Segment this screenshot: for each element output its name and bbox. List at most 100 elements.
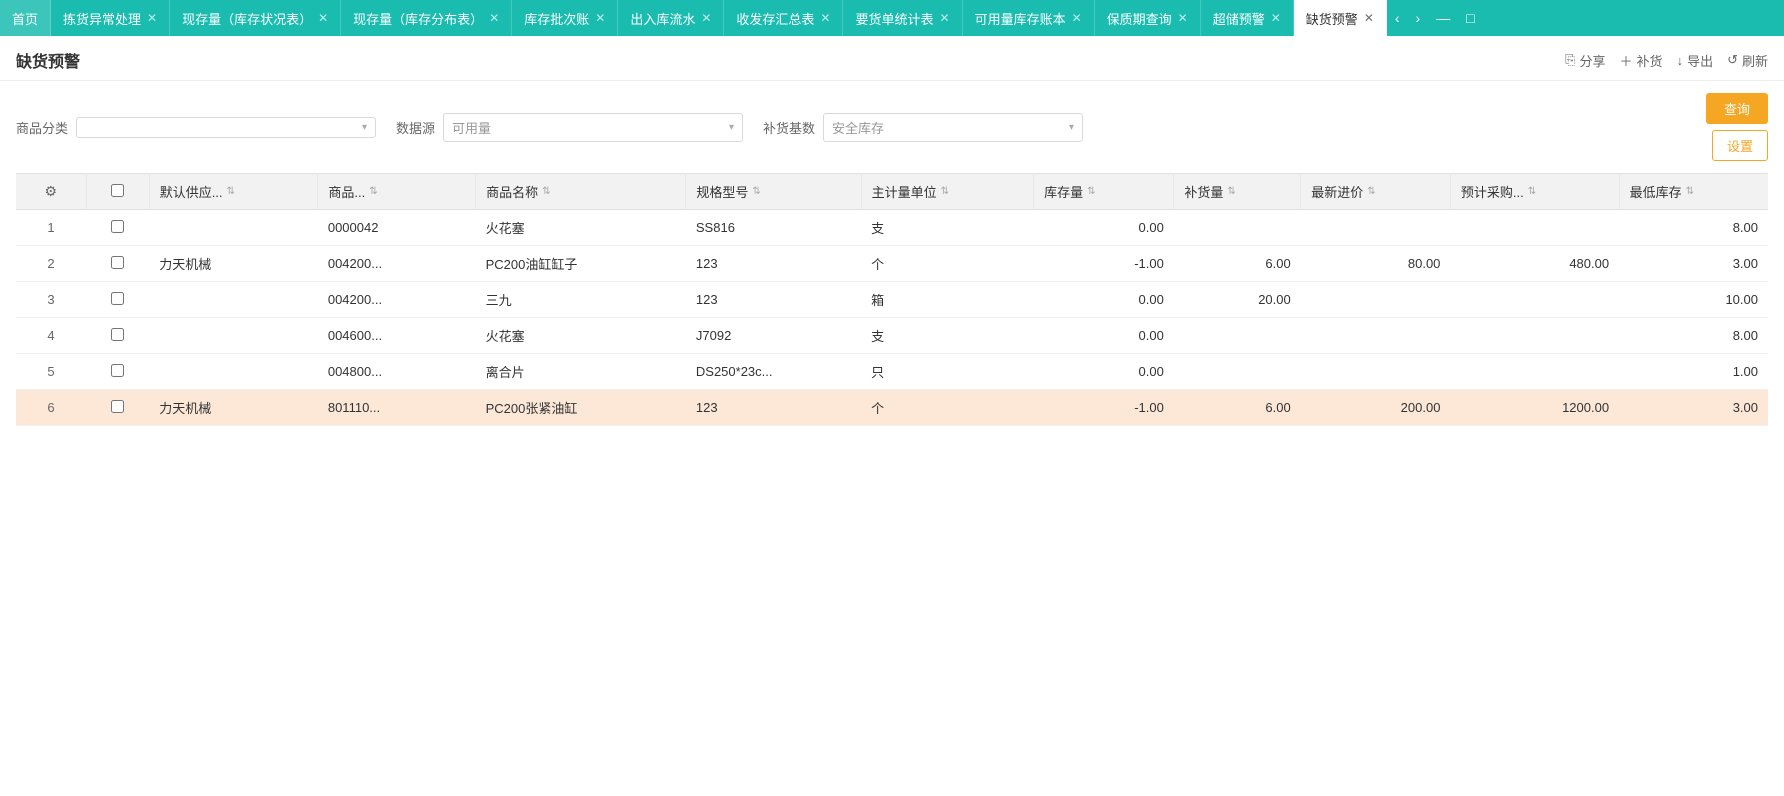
table-body: 1 0000042 火花塞 SS816 支 0.00 8.00 2 力天机械 0…: [16, 210, 1768, 426]
cell-code: 004200...: [318, 246, 476, 282]
tab-lian-huo-close[interactable]: ✕: [147, 11, 157, 25]
tab-inout-close[interactable]: ✕: [701, 11, 711, 25]
th-code-sort-icon: ⇅: [369, 186, 377, 197]
th-code[interactable]: 商品... ⇅: [318, 174, 476, 210]
table-row[interactable]: 6 力天机械 801110... PC200张紧油缸 123 个 -1.00 6…: [16, 390, 1768, 426]
tab-yaohuo-close[interactable]: ✕: [940, 11, 950, 25]
cell-stock: 0.00: [1034, 282, 1174, 318]
tab-xianzun-dist-close[interactable]: ✕: [489, 11, 499, 25]
cell-name: 火花塞: [476, 210, 686, 246]
tab-xianzun-dist[interactable]: 现存量（库存分布表） ✕: [341, 0, 512, 36]
settings-button[interactable]: 设置: [1712, 130, 1768, 161]
tab-inout[interactable]: 出入库流水 ✕: [618, 0, 724, 36]
cell-estimated-purchase: 1200.00: [1450, 390, 1619, 426]
table-row[interactable]: 5 004800... 离合片 DS250*23c... 只 0.00 1.00: [16, 354, 1768, 390]
data-source-select[interactable]: 可用量 ▾: [443, 113, 743, 142]
share-button[interactable]: ⎘ 分享: [1565, 51, 1605, 70]
row-checkbox[interactable]: [111, 328, 124, 341]
cell-code: 801110...: [318, 390, 476, 426]
table-row[interactable]: 3 004200... 三九 123 箱 0.00 20.00 10.00: [16, 282, 1768, 318]
select-all-checkbox[interactable]: [111, 184, 124, 197]
th-latest-price-label: 最新进价: [1311, 182, 1363, 201]
tab-lian-huo[interactable]: 拣货异常处理 ✕: [51, 0, 170, 36]
tab-quehuo-close[interactable]: ✕: [1364, 11, 1374, 25]
commodity-class-select[interactable]: ▾: [76, 117, 376, 138]
tab-yaohuo-label: 要货单统计表: [855, 9, 933, 28]
refresh-button[interactable]: ↺ 刷新: [1727, 51, 1768, 70]
tab-shoufa[interactable]: 收发存汇总表 ✕: [724, 0, 843, 36]
tab-chaohuo-close[interactable]: ✕: [1271, 11, 1281, 25]
tab-chaohuo[interactable]: 超储预警 ✕: [1201, 0, 1294, 36]
replenish-base-select[interactable]: 安全库存 ▾: [823, 113, 1083, 142]
tab-chaohuo-label: 超储预警: [1213, 9, 1265, 28]
th-spec[interactable]: 规格型号 ⇅: [686, 174, 861, 210]
cell-supplier: [149, 282, 318, 318]
cell-check[interactable]: [86, 390, 149, 426]
tab-quehuo[interactable]: 缺货预警 ✕: [1294, 0, 1387, 36]
cell-code: 004800...: [318, 354, 476, 390]
tab-keyong-close[interactable]: ✕: [1072, 11, 1082, 25]
replenish-button[interactable]: ＋ 补货: [1620, 51, 1663, 70]
th-estimated-purchase[interactable]: 预计采购... ⇅: [1450, 174, 1619, 210]
tab-prev-btn[interactable]: ‹: [1387, 0, 1408, 36]
tab-shoufa-close[interactable]: ✕: [820, 11, 830, 25]
row-checkbox[interactable]: [111, 292, 124, 305]
row-checkbox[interactable]: [111, 256, 124, 269]
tab-home[interactable]: 首页: [0, 0, 51, 36]
tab-inout-label: 出入库流水: [630, 9, 695, 28]
cell-latest-price: 80.00: [1301, 246, 1451, 282]
tab-batch-close[interactable]: ✕: [595, 11, 605, 25]
cell-estimated-purchase: [1450, 282, 1619, 318]
query-button[interactable]: 查询: [1706, 93, 1768, 124]
export-button[interactable]: ↓ 导出: [1677, 51, 1714, 70]
table-gear-icon[interactable]: ⚙: [45, 183, 58, 199]
tab-baozhi-close[interactable]: ✕: [1178, 11, 1188, 25]
th-supplier[interactable]: 默认供应... ⇅: [149, 174, 318, 210]
tab-keyong[interactable]: 可用量库存账本 ✕: [963, 0, 1095, 36]
table-row[interactable]: 2 力天机械 004200... PC200油缸缸子 123 个 -1.00 6…: [16, 246, 1768, 282]
th-unit-sort-icon: ⇅: [941, 186, 949, 197]
th-min-stock-sort-icon: ⇅: [1686, 186, 1694, 197]
tab-xianzun-status[interactable]: 现存量（库存状况表） ✕: [170, 0, 341, 36]
refresh-icon: ↺: [1727, 52, 1738, 68]
cell-check[interactable]: [86, 282, 149, 318]
th-replenish[interactable]: 补货量 ⇅: [1174, 174, 1301, 210]
th-name[interactable]: 商品名称 ⇅: [476, 174, 686, 210]
cell-check[interactable]: [86, 354, 149, 390]
th-unit[interactable]: 主计量单位 ⇅: [861, 174, 1033, 210]
row-checkbox[interactable]: [111, 364, 124, 377]
tab-baozhi[interactable]: 保质期查询 ✕: [1095, 0, 1201, 36]
export-icon: ↓: [1677, 53, 1684, 68]
cell-stock: 0.00: [1034, 210, 1174, 246]
th-stock[interactable]: 库存量 ⇅: [1034, 174, 1174, 210]
th-check[interactable]: [86, 174, 149, 210]
tab-minimize-btn[interactable]: —: [1428, 0, 1458, 36]
tab-next-btn[interactable]: ›: [1408, 0, 1429, 36]
th-estimated-purchase-sort-icon: ⇅: [1528, 186, 1536, 197]
cell-num: 3: [16, 282, 86, 318]
cell-check[interactable]: [86, 318, 149, 354]
cell-supplier: [149, 318, 318, 354]
cell-supplier: 力天机械: [149, 246, 318, 282]
cell-min-stock: 1.00: [1619, 354, 1768, 390]
table-row[interactable]: 4 004600... 火花塞 J7092 支 0.00 8.00: [16, 318, 1768, 354]
tab-maximize-btn[interactable]: □: [1458, 0, 1482, 36]
th-name-label: 商品名称: [486, 182, 538, 201]
tab-yaohuo[interactable]: 要货单统计表 ✕: [843, 0, 962, 36]
tab-xianzun-status-close[interactable]: ✕: [318, 11, 328, 25]
th-latest-price[interactable]: 最新进价 ⇅: [1301, 174, 1451, 210]
cell-check[interactable]: [86, 210, 149, 246]
row-checkbox[interactable]: [111, 220, 124, 233]
cell-unit: 个: [861, 246, 1033, 282]
row-checkbox[interactable]: [111, 400, 124, 413]
th-settings[interactable]: ⚙: [16, 174, 86, 210]
th-stock-sort-icon: ⇅: [1087, 186, 1095, 197]
cell-check[interactable]: [86, 246, 149, 282]
cell-unit: 个: [861, 390, 1033, 426]
th-min-stock[interactable]: 最低库存 ⇅: [1619, 174, 1768, 210]
table-row[interactable]: 1 0000042 火花塞 SS816 支 0.00 8.00: [16, 210, 1768, 246]
tab-batch[interactable]: 库存批次账 ✕: [512, 0, 618, 36]
cell-code: 004200...: [318, 282, 476, 318]
th-replenish-sort-icon: ⇅: [1227, 186, 1235, 197]
cell-unit: 箱: [861, 282, 1033, 318]
